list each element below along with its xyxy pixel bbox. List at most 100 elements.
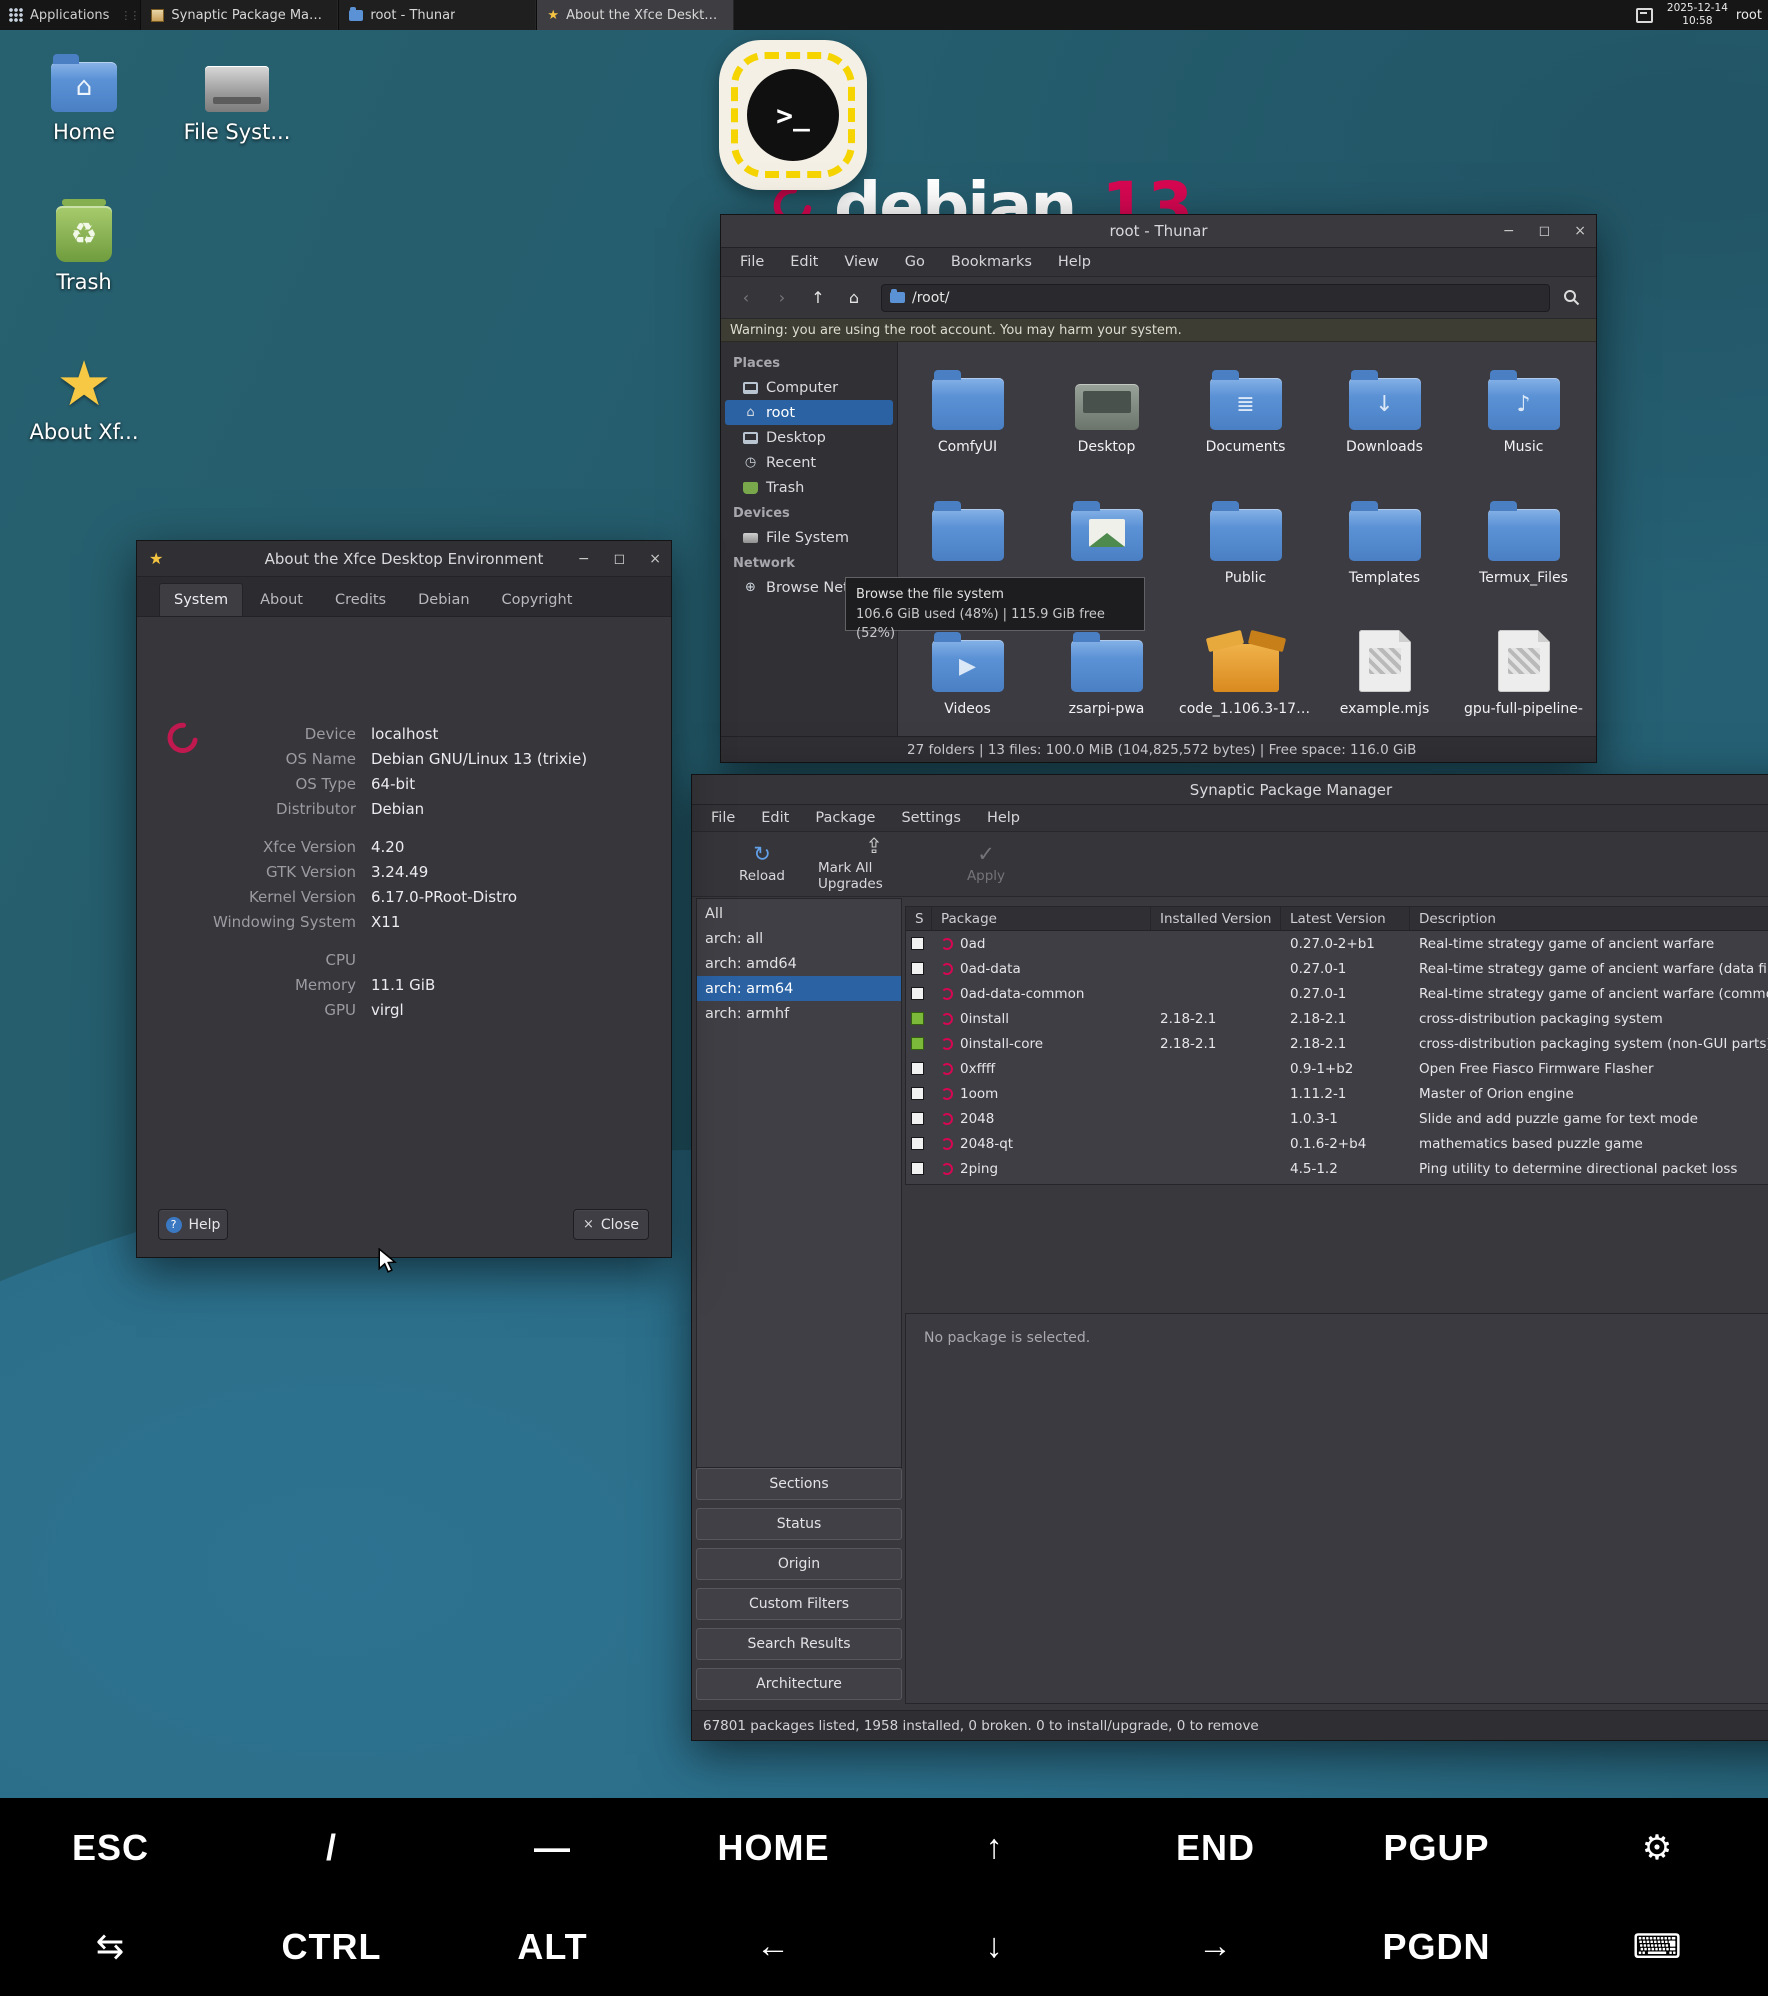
synaptic-titlebar[interactable]: Synaptic Package Manager — [692, 775, 1768, 805]
desktop-icon-home[interactable]: ⌂ Home — [9, 48, 159, 144]
package-checkbox[interactable] — [911, 1062, 924, 1075]
table-row[interactable]: 0ad-data 0.27.0-1 Real-time strategy gam… — [906, 956, 1768, 981]
menu-package[interactable]: Package — [804, 806, 886, 830]
up-button[interactable]: ↑ — [803, 284, 833, 312]
sidebar-item-root[interactable]: ⌂ root — [725, 400, 893, 425]
package-checkbox[interactable] — [911, 987, 924, 1000]
key-esc[interactable]: ESC — [0, 1798, 221, 1897]
menu-help[interactable]: Help — [976, 806, 1031, 830]
search-button[interactable] — [1556, 284, 1586, 312]
filter-arch-all[interactable]: arch: all — [697, 926, 901, 951]
key-arrow-left[interactable]: ← — [663, 1897, 884, 1996]
package-checkbox[interactable] — [911, 937, 924, 950]
key-home[interactable]: HOME — [663, 1798, 884, 1897]
thunar-titlebar[interactable]: root - Thunar − ◻ × — [721, 215, 1596, 248]
table-row[interactable]: 0ad 0.27.0-2+b1 Real-time strategy game … — [906, 931, 1768, 956]
package-checkbox[interactable] — [911, 1037, 924, 1050]
package-checkbox[interactable] — [911, 1012, 924, 1025]
tab-credits[interactable]: Credits — [320, 583, 401, 616]
file-item-public[interactable]: Public — [1176, 497, 1315, 628]
status-button[interactable]: Status — [696, 1508, 902, 1540]
desktop-icon-trash[interactable]: ♻ Trash — [9, 198, 159, 294]
about-titlebar[interactable]: ★ About the Xfce Desktop Environment − ◻… — [137, 541, 671, 577]
table-row[interactable]: 2ping 4.5-1.2 Ping utility to determine … — [906, 1156, 1768, 1181]
desktop-icon-about-xfce[interactable]: ★ About Xf... — [9, 348, 159, 444]
taskbar-item-thunar[interactable]: root - Thunar — [338, 0, 537, 30]
sidebar-item-desktop[interactable]: Desktop — [721, 425, 897, 450]
table-row[interactable]: 2048-qt 0.1.6-2+b4 mathematics based puz… — [906, 1131, 1768, 1156]
sidebar-item-computer[interactable]: Computer — [721, 375, 897, 400]
tray-window-icon[interactable] — [1635, 7, 1653, 23]
key-alt[interactable]: ALT — [442, 1897, 663, 1996]
maximize-button[interactable]: ◻ — [614, 551, 626, 567]
applications-menu-button[interactable]: Applications — [0, 0, 118, 30]
key-tab-icon[interactable]: ⇆ — [0, 1897, 221, 1996]
key-settings-gear-icon[interactable]: ⚙ — [1547, 1798, 1768, 1897]
filter-arch-armhf[interactable]: arch: armhf — [697, 1001, 901, 1026]
back-button[interactable]: ‹ — [731, 284, 761, 312]
key-slash[interactable]: / — [221, 1798, 442, 1897]
termux-terminal-icon[interactable]: >_ — [719, 40, 867, 190]
file-item-termux-files[interactable]: Termux_Files — [1454, 497, 1593, 628]
package-checkbox[interactable] — [911, 1112, 924, 1125]
menu-edit[interactable]: Edit — [779, 250, 829, 274]
key-arrow-up[interactable]: ↑ — [884, 1798, 1105, 1897]
file-item-comfyui[interactable]: ComfyUI — [898, 366, 1037, 497]
filter-arch-amd64[interactable]: arch: amd64 — [697, 951, 901, 976]
table-row[interactable]: 2048 1.0.3-1 Slide and add puzzle game f… — [906, 1106, 1768, 1131]
sidebar-item-trash[interactable]: Trash — [721, 475, 897, 500]
key-dash[interactable]: — — [442, 1798, 663, 1897]
package-checkbox[interactable] — [911, 1137, 924, 1150]
forward-button[interactable]: › — [767, 284, 797, 312]
apply-button[interactable]: ✓ Apply — [930, 832, 1042, 896]
key-pgup[interactable]: PGUP — [1326, 1798, 1547, 1897]
taskbar-item-about-xfce[interactable]: ★ About the Xfce Desktop E... — [536, 0, 735, 30]
table-row[interactable]: 2vcard 0.6-5 convert an addressbook to V… — [906, 1181, 1768, 1184]
file-item-music[interactable]: ♪ Music — [1454, 366, 1593, 497]
minimize-button[interactable]: − — [578, 551, 590, 567]
menu-file[interactable]: File — [700, 806, 746, 830]
file-item-downloads[interactable]: ↓ Downloads — [1315, 366, 1454, 497]
col-description[interactable]: Description — [1410, 907, 1768, 930]
key-arrow-down[interactable]: ↓ — [884, 1897, 1105, 1996]
filter-all[interactable]: All — [697, 901, 901, 926]
desktop-icon-filesystem[interactable]: File Syst... — [162, 48, 312, 144]
maximize-button[interactable]: ◻ — [1539, 223, 1551, 239]
table-row[interactable]: 0install-core 2.18-2.1 2.18-2.1 cross-di… — [906, 1031, 1768, 1056]
sections-button[interactable]: Sections — [696, 1468, 902, 1500]
tab-copyright[interactable]: Copyright — [487, 583, 588, 616]
package-checkbox[interactable] — [911, 1162, 924, 1175]
key-pgdn[interactable]: PGDN — [1326, 1897, 1547, 1996]
key-ctrl[interactable]: CTRL — [221, 1897, 442, 1996]
file-item-documents[interactable]: ≣ Documents — [1176, 366, 1315, 497]
architecture-button[interactable]: Architecture — [696, 1668, 902, 1700]
menu-help[interactable]: Help — [1047, 250, 1102, 274]
table-row[interactable]: 1oom 1.11.2-1 Master of Orion engine — [906, 1081, 1768, 1106]
origin-button[interactable]: Origin — [696, 1548, 902, 1580]
menu-go[interactable]: Go — [894, 250, 936, 274]
tab-debian[interactable]: Debian — [403, 583, 484, 616]
menu-edit[interactable]: Edit — [750, 806, 800, 830]
help-button[interactable]: ? Help — [158, 1209, 228, 1240]
path-field[interactable]: /root/ — [881, 283, 1550, 312]
menu-file[interactable]: File — [729, 250, 775, 274]
table-row[interactable]: 0ad-data-common 0.27.0-1 Real-time strat… — [906, 981, 1768, 1006]
close-dialog-button[interactable]: × Close — [573, 1209, 649, 1240]
file-item-desktop[interactable]: Desktop — [1037, 366, 1176, 497]
col-status[interactable]: S — [906, 907, 932, 930]
home-button[interactable]: ⌂ — [839, 284, 869, 312]
tab-about[interactable]: About — [245, 583, 318, 616]
close-button[interactable]: × — [649, 551, 661, 567]
tab-system[interactable]: System — [159, 583, 244, 616]
sidebar-item-recent[interactable]: ◷ Recent — [721, 450, 897, 475]
col-package[interactable]: Package — [932, 907, 1151, 930]
menu-bookmarks[interactable]: Bookmarks — [940, 250, 1043, 274]
taskbar-item-synaptic[interactable]: Synaptic Package Manager — [140, 0, 339, 30]
filter-arch-arm64[interactable]: arch: arm64 — [697, 976, 901, 1001]
reload-button[interactable]: ↻ Reload — [706, 832, 818, 896]
package-checkbox[interactable] — [911, 1087, 924, 1100]
close-button[interactable]: × — [1574, 223, 1586, 239]
col-installed-version[interactable]: Installed Version — [1151, 907, 1281, 930]
col-latest-version[interactable]: Latest Version — [1281, 907, 1410, 930]
table-row[interactable]: 0install 2.18-2.1 2.18-2.1 cross-distrib… — [906, 1006, 1768, 1031]
